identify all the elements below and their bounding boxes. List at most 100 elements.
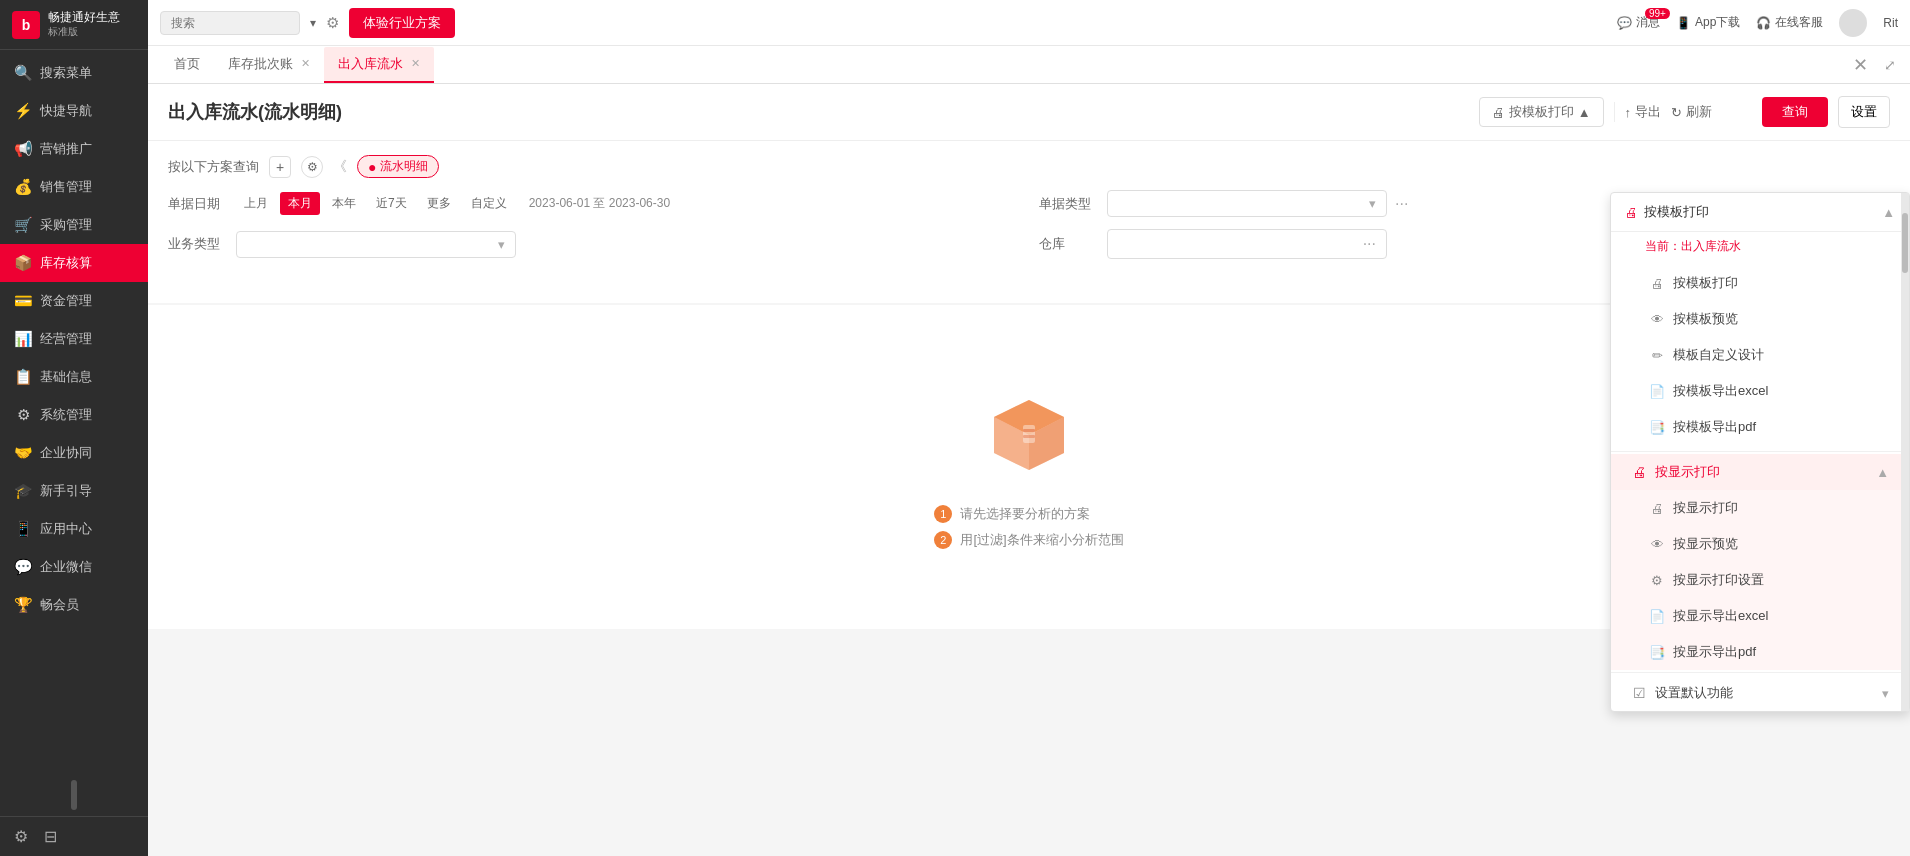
topbar-app-download[interactable]: 📱 App下载 — [1676, 14, 1740, 31]
display-section-icon: 🖨 — [1631, 464, 1647, 480]
dropdown-item-display-preview[interactable]: 👁按显示预览 — [1611, 526, 1909, 562]
settings-icon[interactable]: ⚙ — [14, 827, 28, 846]
date-opt-2[interactable]: 本年 — [324, 192, 364, 215]
filter-collapse-btn[interactable]: 《 — [333, 158, 347, 176]
warehouse-select[interactable]: ··· — [1107, 229, 1387, 259]
print-btn[interactable]: 🖨 按模板打印 ▲ — [1479, 97, 1604, 127]
guide-icon: 🎓 — [14, 482, 32, 500]
window-expand-icon[interactable]: ⤢ — [1884, 57, 1896, 73]
msg-badge: 99+ — [1645, 8, 1670, 19]
dropdown-item-template-print[interactable]: 🖨按模板打印 — [1611, 265, 1909, 301]
logo-sub: 标准版 — [48, 25, 120, 39]
voucher-more-btn[interactable]: ··· — [1395, 195, 1408, 213]
dropdown-item-template-pdf[interactable]: 📑按模板导出pdf — [1611, 409, 1909, 445]
refresh-btn[interactable]: ↻ 刷新 — [1671, 103, 1712, 121]
sidebar-item-guide[interactable]: 🎓 新手引导 — [0, 472, 148, 510]
filter-add-btn[interactable]: + — [269, 156, 291, 178]
tab-close-stock-flow[interactable]: ✕ — [411, 57, 420, 70]
biztype-select[interactable]: ▾ — [236, 231, 516, 258]
sidebar-item-enterprise[interactable]: 🤝企业协同 — [0, 434, 148, 472]
tab-home[interactable]: 首页 — [160, 47, 214, 83]
sidebar-item-purchase[interactable]: 🛒采购管理 — [0, 206, 148, 244]
dropdown-display-header[interactable]: 🖨 按显示打印 ▲ — [1611, 454, 1909, 490]
search-input[interactable] — [160, 11, 300, 35]
template-preview-icon: 👁 — [1649, 312, 1665, 327]
dropdown-panel: 🖨 按模板打印 ▲ 当前：出入库流水 🖨按模板打印👁按模板预览✏模板自定义设计📄… — [1610, 192, 1910, 712]
page-header-right: 🖨 按模板打印 ▲ ↑ 导出 ↻ 刷新 查询 设置 — [1479, 96, 1890, 140]
sidebar-item-wechat[interactable]: 💬企业微信 — [0, 548, 148, 586]
set-btn[interactable]: 设置 — [1838, 96, 1890, 128]
topbar-service[interactable]: 🎧 在线客服 — [1756, 14, 1823, 31]
sidebar-item-basic[interactable]: 📋基础信息 — [0, 358, 148, 396]
svg-rect-5 — [1023, 429, 1035, 432]
dropdown-item-template-customize[interactable]: ✏模板自定义设计 — [1611, 337, 1909, 373]
dropdown-item-template-preview[interactable]: 👁按模板预览 — [1611, 301, 1909, 337]
dropdown-collapse-btn[interactable]: ▲ — [1882, 205, 1895, 220]
sidebar-item-marketing[interactable]: 📢营销推广 — [0, 130, 148, 168]
sidebar-item-app-center[interactable]: 📱应用中心 — [0, 510, 148, 548]
purchase-icon: 🛒 — [14, 216, 32, 234]
topbar: ▾ ⚙ 体验行业方案 💬 消息 99+ 📱 App下载 🎧 在线客服 Rit — [148, 0, 1910, 46]
sidebar-item-label: 新手引导 — [40, 482, 92, 500]
sidebar-item-finance[interactable]: 💳资金管理 — [0, 282, 148, 320]
filter-setting-btn[interactable]: ⚙ — [301, 156, 323, 178]
dropdown-item-display-excel[interactable]: 📄按显示导出excel — [1611, 598, 1909, 634]
sidebar-menu: 🔍搜索菜单⚡快捷导航📢营销推广💰销售管理🛒采购管理📦库存核算💳资金管理📊经营管理… — [0, 50, 148, 774]
tab-stock-flow[interactable]: 出入库流水✕ — [324, 47, 434, 83]
sidebar-logo: b 畅捷通好生意 标准版 — [0, 0, 148, 50]
dropdown-item-display-pdf[interactable]: 📑按显示导出pdf — [1611, 634, 1909, 670]
dropdown-display-items: 🖨按显示打印👁按显示预览⚙按显示打印设置📄按显示导出excel📑按显示导出pdf — [1611, 490, 1909, 670]
tab-label: 首页 — [174, 55, 200, 73]
dropdown-default-item[interactable]: ☑ 设置默认功能 ▾ — [1611, 675, 1909, 711]
phone-icon: 📱 — [1676, 16, 1691, 30]
dropdown-divider-2 — [1611, 672, 1909, 673]
date-opt-5[interactable]: 自定义 — [463, 192, 515, 215]
sidebar-item-system[interactable]: ⚙系统管理 — [0, 396, 148, 434]
logo-name: 畅捷通好生意 — [48, 10, 120, 26]
active-filter-tag[interactable]: ● 流水明细 — [357, 155, 439, 178]
search-dropdown-btn[interactable]: ▾ — [310, 16, 316, 30]
dropdown-header: 🖨 按模板打印 ▲ — [1611, 193, 1909, 232]
dropdown-scrollbar[interactable] — [1901, 193, 1909, 711]
topbar-avatar[interactable] — [1839, 9, 1867, 37]
display-settings-icon: ⚙ — [1649, 573, 1665, 588]
sidebar-item-label: 企业微信 — [40, 558, 92, 576]
topbar-msg[interactable]: 💬 消息 99+ — [1617, 14, 1660, 31]
sidebar-item-label: 经营管理 — [40, 330, 92, 348]
date-opt-4[interactable]: 更多 — [419, 192, 459, 215]
topbar-username: Rit — [1883, 16, 1898, 30]
date-opt-0[interactable]: 上月 — [236, 192, 276, 215]
voucher-type-select[interactable]: ▾ — [1107, 190, 1387, 217]
query-btn[interactable]: 查询 — [1762, 97, 1828, 127]
sidebar-item-member[interactable]: 🏆畅会员 — [0, 586, 148, 624]
tab-label: 库存批次账 — [228, 55, 293, 73]
active-tag-dot: ● — [368, 159, 376, 175]
dropdown-item-display-settings[interactable]: ⚙按显示打印设置 — [1611, 562, 1909, 598]
industry-btn[interactable]: 体验行业方案 — [349, 8, 455, 38]
tab-inventory-batch[interactable]: 库存批次账 ✕ — [214, 47, 324, 83]
system-icon: ⚙ — [14, 406, 32, 424]
empty-steps: 1 请先选择要分析的方案 2 用[过滤]条件来缩小分析范围 — [934, 505, 1123, 549]
menu-toggle-icon[interactable]: ⊟ — [44, 827, 57, 846]
warehouse-more-btn[interactable]: ··· — [1363, 235, 1376, 253]
display-excel-icon: 📄 — [1649, 609, 1665, 624]
dropdown-item-display-print[interactable]: 🖨按显示打印 — [1611, 490, 1909, 526]
sidebar-item-sales[interactable]: 💰销售管理 — [0, 168, 148, 206]
dropdown-item-template-excel[interactable]: 📄按模板导出excel — [1611, 373, 1909, 409]
sidebar-item-search[interactable]: 🔍搜索菜单 — [0, 54, 148, 92]
step-2-num: 2 — [934, 531, 952, 549]
tab-close-inventory-batch[interactable]: ✕ — [301, 57, 310, 70]
sidebar-item-inventory[interactable]: 📦库存核算 — [0, 244, 148, 282]
filter-label: 按以下方案查询 — [168, 158, 259, 176]
date-opt-3[interactable]: 近7天 — [368, 192, 415, 215]
date-opt-1[interactable]: 本月 — [280, 192, 320, 215]
topbar-right: 💬 消息 99+ 📱 App下载 🎧 在线客服 Rit — [1617, 9, 1898, 37]
window-close-icon[interactable]: ✕ — [1853, 54, 1868, 76]
sidebar-item-quick-nav[interactable]: ⚡快捷导航 — [0, 92, 148, 130]
sidebar-item-operation[interactable]: 📊经营管理 — [0, 320, 148, 358]
dropdown-scroll-thumb — [1902, 213, 1908, 273]
topbar-gear-icon[interactable]: ⚙ — [326, 14, 339, 32]
export-btn[interactable]: ↑ 导出 — [1625, 103, 1662, 121]
sidebar-item-label: 销售管理 — [40, 178, 92, 196]
sidebar-item-label: 应用中心 — [40, 520, 92, 538]
